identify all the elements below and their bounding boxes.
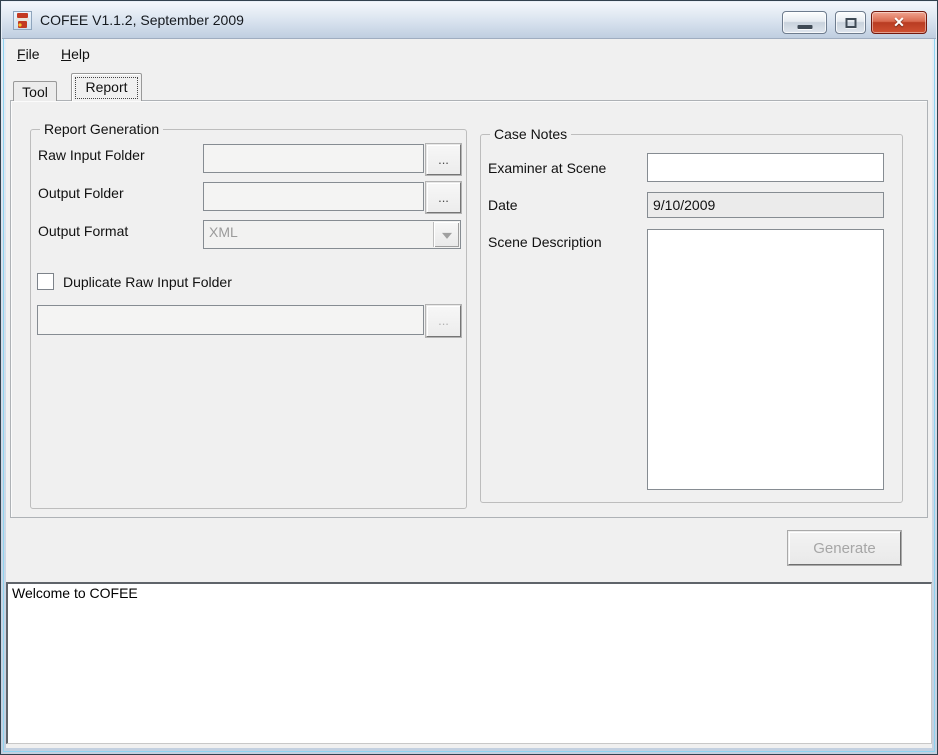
examiner-label: Examiner at Scene [488, 160, 607, 176]
menu-file[interactable]: File [9, 42, 48, 66]
client-area: File Help Tool Report Report Generation … [6, 39, 932, 748]
output-folder-browse-button[interactable]: ... [426, 182, 461, 213]
window-title: COFEE V1.1.2, September 2009 [40, 12, 244, 28]
menu-help[interactable]: Help [53, 42, 98, 66]
tab-tool[interactable]: Tool [13, 81, 57, 101]
case-notes-title: Case Notes [490, 126, 572, 142]
tab-report[interactable]: Report [71, 73, 142, 101]
examiner-input[interactable] [647, 153, 884, 182]
raw-input-folder-label: Raw Input Folder [38, 147, 145, 163]
duplicate-folder-input[interactable] [37, 305, 424, 335]
log-text: Welcome to COFEE [12, 585, 138, 601]
raw-input-folder-input[interactable] [203, 144, 424, 173]
output-format-value: XML [209, 224, 238, 240]
chevron-down-icon [441, 232, 452, 239]
scene-description-label: Scene Description [488, 234, 602, 250]
close-icon: ✕ [893, 14, 905, 30]
duplicate-raw-input-label[interactable]: Duplicate Raw Input Folder [63, 274, 232, 290]
output-format-label: Output Format [38, 223, 129, 239]
title-bar[interactable]: COFEE V1.1.2, September 2009 ✕ [2, 2, 936, 39]
app-window: COFEE V1.1.2, September 2009 ✕ File Help… [0, 0, 938, 755]
output-format-dropdown-button[interactable] [433, 222, 459, 247]
raw-input-folder-browse-button[interactable]: ... [426, 144, 461, 175]
output-folder-input[interactable] [203, 182, 424, 211]
report-generation-title: Report Generation [40, 121, 164, 137]
maximize-icon [845, 18, 856, 28]
date-input[interactable] [647, 192, 884, 218]
output-format-combobox[interactable]: XML [203, 220, 461, 249]
output-folder-label: Output Folder [38, 185, 124, 201]
maximize-button[interactable] [835, 11, 866, 34]
duplicate-folder-browse-button[interactable]: ... [426, 305, 461, 337]
duplicate-raw-input-checkbox[interactable] [37, 273, 54, 290]
minimize-icon [797, 25, 812, 29]
app-icon [13, 11, 32, 30]
close-button[interactable]: ✕ [871, 11, 927, 34]
tab-report-label: Report [85, 79, 128, 95]
menu-bar: File Help [6, 39, 932, 69]
log-output[interactable]: Welcome to COFEE [6, 582, 932, 744]
date-label: Date [488, 197, 518, 213]
minimize-button[interactable] [782, 11, 827, 34]
screenshot: COFEE V1.1.2, September 2009 ✕ File Help… [0, 0, 938, 755]
scene-description-textarea[interactable] [647, 229, 884, 490]
generate-button[interactable]: Generate [788, 531, 901, 565]
